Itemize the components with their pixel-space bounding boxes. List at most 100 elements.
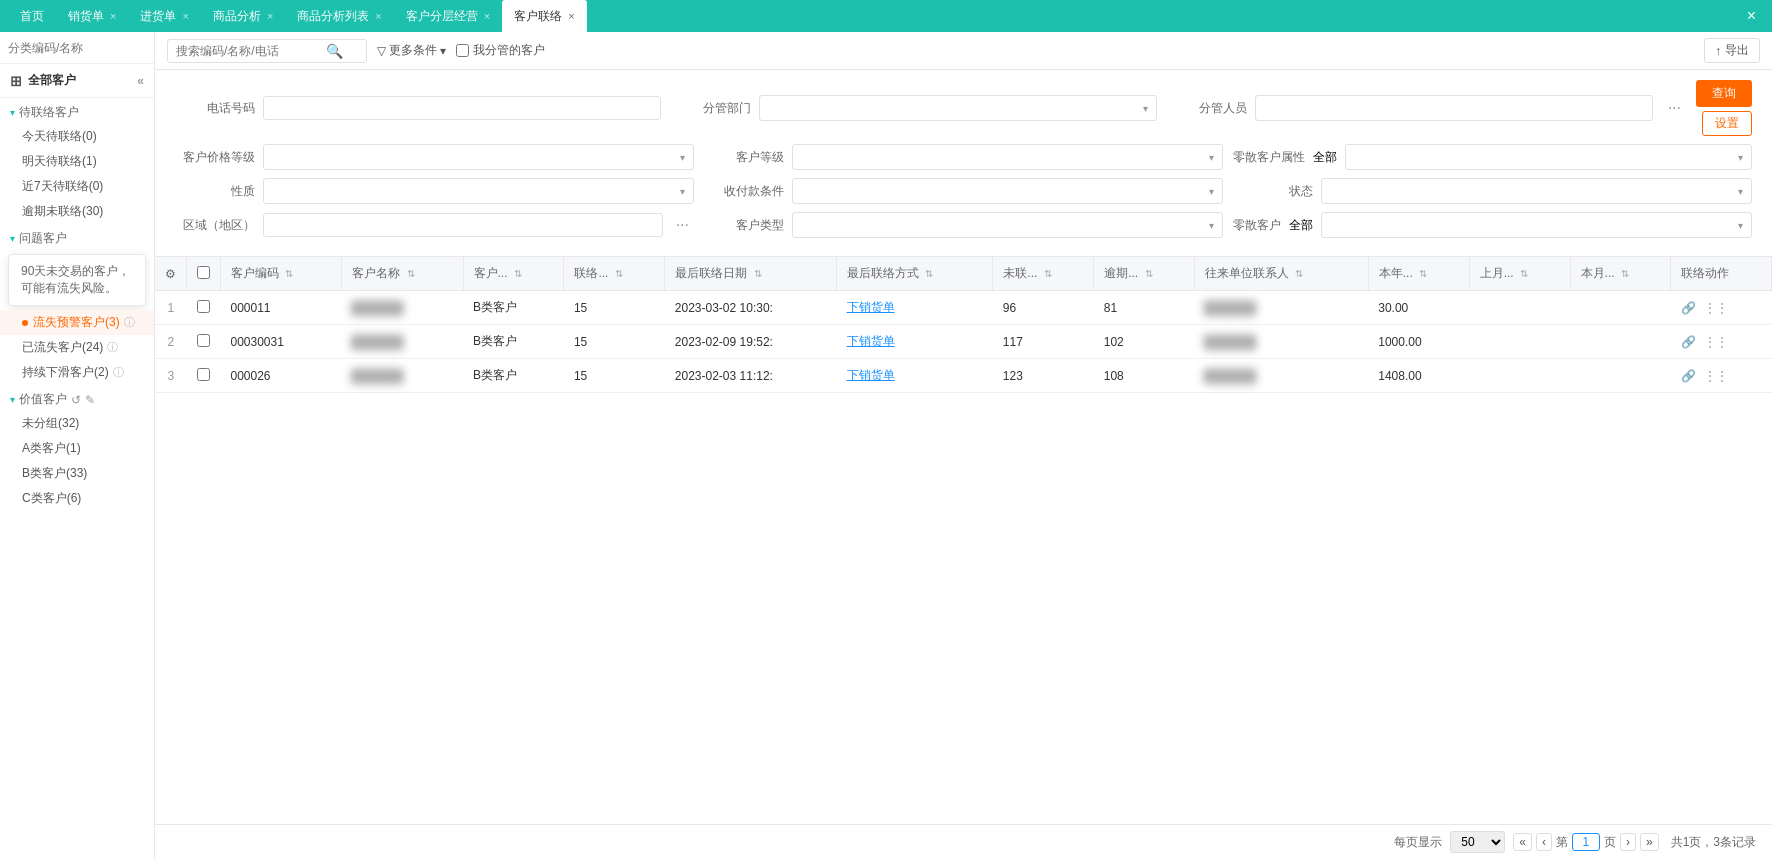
filter-row-2: 客户价格等级 ▾ 客户等级 ▾ 零散客户属性 全部 bbox=[175, 144, 1752, 170]
sidebar-item-class-a[interactable]: A类客户(1) bbox=[0, 436, 154, 461]
close-product-list-tab[interactable]: × bbox=[375, 10, 381, 22]
more-conditions-button[interactable]: ▽ 更多条件 ▾ bbox=[377, 42, 446, 59]
filter-price-select[interactable]: ▾ bbox=[263, 144, 694, 170]
filter-staff-select[interactable] bbox=[1255, 95, 1653, 121]
tab-product-analysis[interactable]: 商品分析 × bbox=[201, 0, 285, 32]
col-checkbox bbox=[187, 257, 221, 291]
select-all-checkbox[interactable] bbox=[197, 266, 210, 279]
row-uncontacted-2: 123 bbox=[993, 359, 1094, 393]
tab-customer-contact[interactable]: 客户联络 × bbox=[502, 0, 586, 32]
action-more-2[interactable]: ⋮⋮ bbox=[1704, 369, 1728, 383]
tab-sales[interactable]: 销货单 × bbox=[56, 0, 128, 32]
filter-nature-select[interactable]: ▾ bbox=[263, 178, 694, 204]
close-tier-tab[interactable]: × bbox=[484, 10, 490, 22]
col-name[interactable]: 客户名称 ⇅ bbox=[342, 257, 463, 291]
col-this-year[interactable]: 本年... ⇅ bbox=[1368, 257, 1469, 291]
tab-customer-tier[interactable]: 客户分层经营 × bbox=[394, 0, 502, 32]
filter-payment-select[interactable]: ▾ bbox=[792, 178, 1223, 204]
sidebar-item-churned[interactable]: 已流失客户(24) ⓘ bbox=[0, 335, 154, 360]
custtype-dropdown-arrow: ▾ bbox=[1209, 220, 1214, 231]
main-search-button[interactable]: 🔍 bbox=[326, 43, 343, 59]
window-close-button[interactable]: × bbox=[1739, 7, 1764, 25]
sort-lastmonth-icon: ⇅ bbox=[1520, 268, 1528, 279]
row-thismonth-1 bbox=[1570, 325, 1671, 359]
row-type-2: B类客户 bbox=[463, 359, 564, 393]
close-product-tab[interactable]: × bbox=[267, 10, 273, 22]
filter-dept-select[interactable]: ▾ bbox=[759, 95, 1157, 121]
per-page-select[interactable]: 50 100 200 bbox=[1450, 831, 1505, 853]
sidebar-item-ungroup[interactable]: 未分组(32) bbox=[0, 411, 154, 436]
action-link-0[interactable]: 🔗 bbox=[1681, 301, 1696, 315]
query-button[interactable]: 查询 bbox=[1696, 80, 1752, 107]
sidebar-item-class-b[interactable]: B类客户(33) bbox=[0, 461, 154, 486]
close-contact-tab[interactable]: × bbox=[568, 10, 574, 22]
filter-status-select[interactable]: ▾ bbox=[1321, 178, 1752, 204]
col-uncontacted[interactable]: 未联... ⇅ bbox=[993, 257, 1094, 291]
action-link-2[interactable]: 🔗 bbox=[1681, 369, 1696, 383]
col-contact-count[interactable]: 联络... ⇅ bbox=[564, 257, 665, 291]
next-page-button[interactable]: › bbox=[1620, 833, 1636, 851]
first-page-button[interactable]: « bbox=[1513, 833, 1532, 851]
row-checkbox-2[interactable] bbox=[187, 359, 221, 393]
sidebar-item-today[interactable]: 今天待联络(0) bbox=[0, 124, 154, 149]
col-last-method[interactable]: 最后联络方式 ⇅ bbox=[837, 257, 993, 291]
sidebar: 🔍 ⊞ 全部客户 « ▾ 待联络客户 今天待联络(0) 明天待联络(1) 近7天… bbox=[0, 32, 155, 859]
section-value-customers[interactable]: ▾ 价值客户 ↺ ✎ bbox=[0, 385, 154, 411]
sidebar-item-tomorrow[interactable]: 明天待联络(1) bbox=[0, 149, 154, 174]
col-contact-person[interactable]: 往来单位联系人 ⇅ bbox=[1195, 257, 1369, 291]
filter-region-input[interactable] bbox=[263, 213, 663, 237]
prev-page-button[interactable]: ‹ bbox=[1536, 833, 1552, 851]
last-page-button[interactable]: » bbox=[1640, 833, 1659, 851]
sidebar-search-input[interactable] bbox=[8, 41, 155, 55]
tab-home[interactable]: 首页 bbox=[8, 0, 56, 32]
tab-product-list[interactable]: 商品分析列表 × bbox=[285, 0, 393, 32]
region-more-btn[interactable]: ··· bbox=[671, 216, 694, 234]
main-search-input[interactable] bbox=[176, 44, 326, 58]
export-button[interactable]: ↑ 导出 bbox=[1704, 38, 1760, 63]
row-person-2: ██████ bbox=[1195, 359, 1369, 393]
tab-purchase[interactable]: 进货单 × bbox=[128, 0, 200, 32]
action-link-1[interactable]: 🔗 bbox=[1681, 335, 1696, 349]
col-overdue[interactable]: 逾期... ⇅ bbox=[1094, 257, 1195, 291]
sidebar-item-churn-warning[interactable]: 流失预警客户(3) ⓘ bbox=[0, 310, 154, 335]
sidebar-item-declining[interactable]: 持续下滑客户(2) ⓘ bbox=[0, 360, 154, 385]
col-type[interactable]: 客户... ⇅ bbox=[463, 257, 564, 291]
section-problem-customers[interactable]: ▾ 问题客户 bbox=[0, 224, 154, 250]
action-more-1[interactable]: ⋮⋮ bbox=[1704, 335, 1728, 349]
close-sales-tab[interactable]: × bbox=[110, 10, 116, 22]
page-number-input[interactable] bbox=[1572, 833, 1600, 851]
sidebar-item-7days[interactable]: 近7天待联络(0) bbox=[0, 174, 154, 199]
row-method-1[interactable]: 下销货单 bbox=[837, 325, 993, 359]
row-method-2[interactable]: 下销货单 bbox=[837, 359, 993, 393]
row-method-0[interactable]: 下销货单 bbox=[837, 291, 993, 325]
settings-button[interactable]: 设置 bbox=[1702, 111, 1752, 136]
section-arrow-3: ▾ bbox=[10, 394, 15, 405]
my-customers-checkbox-label[interactable]: 我分管的客户 bbox=[456, 42, 545, 59]
row-checkbox-1[interactable] bbox=[187, 325, 221, 359]
col-last-month[interactable]: 上月... ⇅ bbox=[1469, 257, 1570, 291]
filter-custtype-select[interactable]: ▾ bbox=[792, 212, 1223, 238]
close-purchase-tab[interactable]: × bbox=[182, 10, 188, 22]
sidebar-item-overdue[interactable]: 逾期未联络(30) bbox=[0, 199, 154, 224]
filter-row1-more[interactable]: ··· bbox=[1663, 99, 1686, 117]
filter-zero-attr-select[interactable]: ▾ bbox=[1345, 144, 1752, 170]
refresh-value-icon[interactable]: ↺ bbox=[71, 393, 81, 407]
level-dropdown-arrow: ▾ bbox=[1209, 152, 1214, 163]
my-customers-checkbox[interactable] bbox=[456, 44, 469, 57]
action-more-0[interactable]: ⋮⋮ bbox=[1704, 301, 1728, 315]
filter-zero-customer-select[interactable]: ▾ bbox=[1321, 212, 1752, 238]
row-select-1[interactable] bbox=[197, 334, 210, 347]
col-settings[interactable]: ⚙ bbox=[155, 257, 187, 291]
filter-phone-input[interactable] bbox=[263, 96, 661, 120]
row-select-2[interactable] bbox=[197, 368, 210, 381]
col-last-date[interactable]: 最后联络日期 ⇅ bbox=[665, 257, 837, 291]
section-pending-contact[interactable]: ▾ 待联络客户 bbox=[0, 98, 154, 124]
row-select-0[interactable] bbox=[197, 300, 210, 313]
edit-value-icon[interactable]: ✎ bbox=[85, 393, 95, 407]
filter-level-select[interactable]: ▾ bbox=[792, 144, 1223, 170]
sidebar-all-customers[interactable]: ⊞ 全部客户 « bbox=[0, 64, 154, 98]
row-checkbox-0[interactable] bbox=[187, 291, 221, 325]
sidebar-item-class-c[interactable]: C类客户(6) bbox=[0, 486, 154, 511]
col-code[interactable]: 客户编码 ⇅ bbox=[221, 257, 342, 291]
col-this-month[interactable]: 本月... ⇅ bbox=[1570, 257, 1671, 291]
